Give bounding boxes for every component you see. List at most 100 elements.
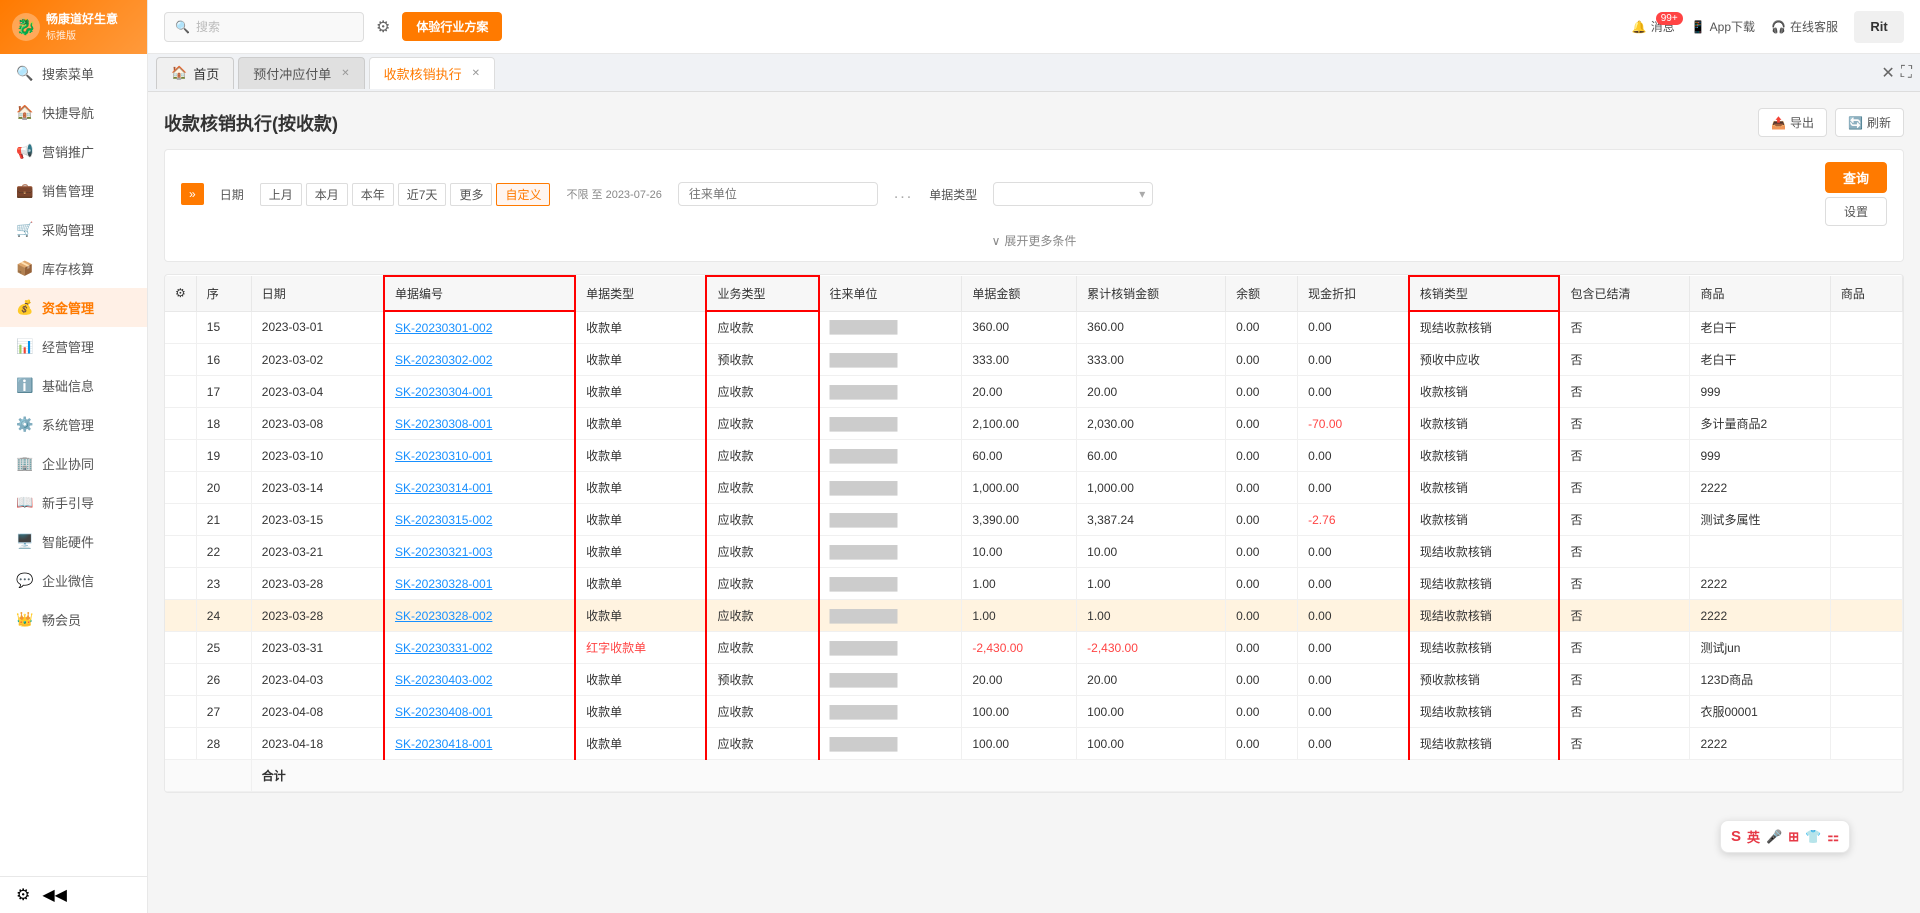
table-cell: 100.00 [1077,696,1226,728]
table-cell[interactable]: SK-20230403-002 [384,664,575,696]
tab-payable-close[interactable]: ✕ [341,68,349,79]
sidebar-item-inventory[interactable]: 📦 库存核算 [0,249,147,288]
partner-input[interactable] [678,182,878,206]
table-cell[interactable]: SK-20230314-001 [384,472,575,504]
table-cell: ████████ [819,600,962,632]
table-cell: 2023-04-18 [251,728,384,760]
table-cell[interactable]: SK-20230302-002 [384,344,575,376]
expand-more-btn[interactable]: ∨ 展开更多条件 [181,226,1887,249]
table-cell [1830,600,1902,632]
filter-expand-btn[interactable]: » [181,183,204,205]
table-cell: ████████ [819,440,962,472]
sidebar-item-search[interactable]: 🔍 搜索菜单 [0,54,147,93]
sidebar-item-purchase[interactable]: 🛒 采购管理 [0,210,147,249]
wechat-icon: 💬 [16,572,34,589]
date-btn-lastmonth[interactable]: 上月 [260,183,302,206]
date-btn-thismonth[interactable]: 本月 [306,183,348,206]
export-btn[interactable]: 📤 导出 [1758,108,1827,137]
watermark-badge: S 英 🎤 ⊞ 👕 ⚏ [1720,820,1850,853]
sidebar-item-system[interactable]: ⚙️ 系统管理 [0,405,147,444]
table-cell: 收款单 [575,311,706,344]
table-cell[interactable]: SK-20230328-002 [384,600,575,632]
badge-icon: S [1731,828,1741,845]
table-row: 182023-03-08SK-20230308-001收款单应收款███████… [165,408,1903,440]
sidebar-item-hardware[interactable]: 🖥️ 智能硬件 [0,522,147,561]
table-cell: 收款单 [575,440,706,472]
table-cell: 现结收款核销 [1409,536,1560,568]
tab-collection-label: 收款核销执行 [384,64,462,83]
sidebar-item-sales[interactable]: 💼 销售管理 [0,171,147,210]
sidebar-item-quicknav[interactable]: 🏠 快捷导航 [0,93,147,132]
date-btn-7days[interactable]: 近7天 [398,183,447,206]
col-header-cum-amount: 累计核销金额 [1077,276,1226,311]
col-header-balance: 余额 [1226,276,1298,311]
table-cell: 999 [1690,440,1830,472]
tab-payable-label: 预付冲应付单 [253,64,331,83]
sidebar-item-operations[interactable]: 📊 经营管理 [0,327,147,366]
headset-icon: 🎧 [1771,20,1786,34]
sidebar-item-member[interactable]: 👑 畅会员 [0,600,147,639]
table-cell[interactable]: SK-20230315-002 [384,504,575,536]
table-wrap: ⚙ 序 日期 单据编号 单据类型 业务类型 往来单位 单据金额 累计核销金额 余… [164,274,1904,793]
table-cell: 2023-03-01 [251,311,384,344]
sidebar-item-marketing[interactable]: 📢 营销推广 [0,132,147,171]
sidebar-item-label: 经营管理 [42,337,94,356]
gear-icon[interactable]: ⚙ [376,17,390,37]
table-row: 202023-03-14SK-20230314-001收款单应收款███████… [165,472,1903,504]
table-cell: 应收款 [706,600,818,632]
sidebar-item-label: 系统管理 [42,415,94,434]
refresh-btn[interactable]: 🔄 刷新 [1835,108,1904,137]
date-btn-more[interactable]: 更多 [450,183,492,206]
table-cell[interactable]: SK-20230408-001 [384,696,575,728]
date-btn-thisyear[interactable]: 本年 [352,183,394,206]
table-cell: 否 [1559,376,1690,408]
app-download[interactable]: 📱 App下载 [1691,18,1755,35]
table-cell[interactable]: SK-20230304-001 [384,376,575,408]
table-cell[interactable]: SK-20230308-001 [384,408,575,440]
date-btn-custom[interactable]: 自定义 [496,183,550,206]
settings-icon[interactable]: ⚙ [16,885,30,905]
tab-payable[interactable]: 预付冲应付单 ✕ [238,57,364,89]
table-cell: 10.00 [962,536,1077,568]
sidebar-item-label: 销售管理 [42,181,94,200]
online-service[interactable]: 🎧 在线客服 [1771,18,1838,35]
messages-icon-wrap[interactable]: 🔔 消息 99+ [1632,18,1675,35]
table-cell[interactable]: SK-20230321-003 [384,536,575,568]
filter-bar: » 日期 上月 本月 本年 近7天 更多 自定义 不限 至 2023-07-26… [164,149,1904,262]
table-cell: 现结收款核销 [1409,728,1560,760]
table-cell: 否 [1559,568,1690,600]
table-cell[interactable]: SK-20230418-001 [384,728,575,760]
table-cell [165,408,196,440]
tab-collection[interactable]: 收款核销执行 ✕ [369,57,495,89]
user-avatar[interactable]: Rit [1854,11,1904,43]
industry-btn[interactable]: 体验行业方案 [402,12,502,41]
table-cell: 0.00 [1226,536,1298,568]
sidebar-item-finance[interactable]: 💰 资金管理 [0,288,147,327]
collapse-icon[interactable]: ◀◀ [42,885,67,905]
table-cell: ████████ [819,536,962,568]
table-cell: 360.00 [962,311,1077,344]
sidebar-item-guide[interactable]: 📖 新手引导 [0,483,147,522]
table-cell[interactable]: SK-20230310-001 [384,440,575,472]
tab-home[interactable]: 🏠 首页 [156,57,234,89]
search-box[interactable]: 🔍 搜索 [164,12,364,42]
table-cell[interactable]: SK-20230301-002 [384,311,575,344]
footer-totals: 合计 [251,760,1902,792]
table-cell: 2023-03-08 [251,408,384,440]
tab-collection-close[interactable]: ✕ [472,68,480,79]
table-cell: 20.00 [1077,664,1226,696]
table-cell[interactable]: SK-20230328-001 [384,568,575,600]
table-cell[interactable]: SK-20230331-002 [384,632,575,664]
sidebar-item-label: 基础信息 [42,376,94,395]
table-cell: 老白干 [1690,311,1830,344]
expand-tab-icon[interactable]: ⛶ [1901,64,1912,82]
sidebar-item-basic[interactable]: ℹ️ 基础信息 [0,366,147,405]
bill-type-select[interactable] [993,182,1153,206]
table-footer: 合计 [165,760,1903,792]
table-cell: ████████ [819,311,962,344]
sidebar-item-wechat[interactable]: 💬 企业微信 [0,561,147,600]
setting-btn[interactable]: 设置 [1825,197,1887,226]
close-tab-icon[interactable]: ✕ [1881,63,1894,83]
query-btn[interactable]: 查询 [1825,162,1887,193]
sidebar-item-enterprise[interactable]: 🏢 企业协同 [0,444,147,483]
